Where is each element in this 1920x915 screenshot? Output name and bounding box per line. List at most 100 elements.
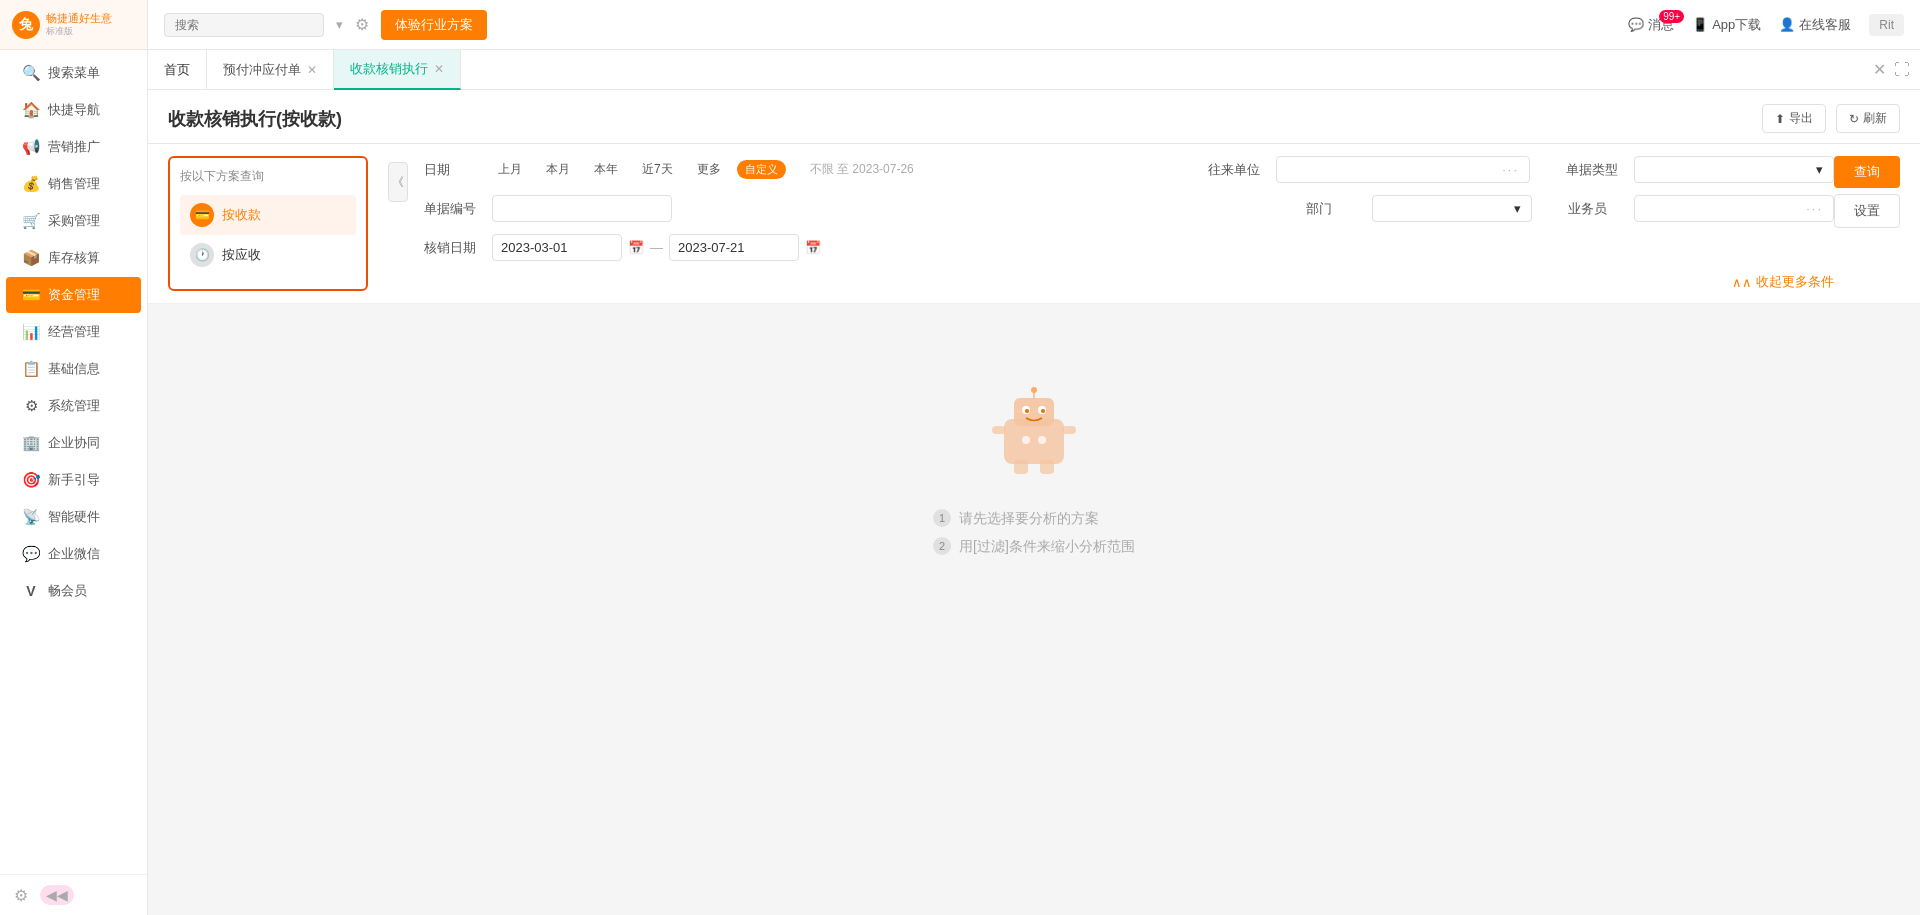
chevron-down-doc-icon: ▾ bbox=[1816, 162, 1823, 177]
sidebar-item-label: 资金管理 bbox=[48, 286, 100, 304]
tab-home[interactable]: 首页 bbox=[148, 50, 207, 90]
sidebar-item-label: 系统管理 bbox=[48, 397, 100, 415]
filter-options-panel: 按以下方案查询 💳 按收款 🕐 按应收 bbox=[168, 156, 368, 291]
filter-settings-button[interactable]: 设置 bbox=[1834, 194, 1900, 228]
page-header: 收款核销执行(按收款) ⬆ 导出 ↻ 刷新 bbox=[148, 90, 1920, 144]
writeoff-date-group: 📅 — 📅 bbox=[492, 234, 821, 261]
last-7days-btn[interactable]: 近7天 bbox=[634, 158, 681, 181]
page-content: 收款核销执行(按收款) ⬆ 导出 ↻ 刷新 按以下方案查询 💳 按收款 bbox=[148, 90, 1920, 915]
user-profile-button[interactable]: Rit bbox=[1869, 14, 1904, 36]
doc-no-input[interactable] bbox=[492, 195, 672, 222]
operation-icon: 📊 bbox=[22, 323, 40, 341]
filter-collapse-button[interactable]: 《 bbox=[388, 162, 408, 202]
search-menu-icon: 🔍 bbox=[22, 64, 40, 82]
settings-icon[interactable]: ⚙ bbox=[14, 886, 28, 905]
app-icon: 📱 bbox=[1692, 17, 1708, 32]
last-month-btn[interactable]: 上月 bbox=[490, 158, 530, 181]
topbar-right: 💬 消息 99+ 📱 App下载 👤 在线客服 Rit bbox=[1628, 14, 1904, 36]
sidebar-item-inventory[interactable]: 📦 库存核算 bbox=[6, 240, 141, 276]
this-year-btn[interactable]: 本年 bbox=[586, 158, 626, 181]
sidebar-item-operation[interactable]: 📊 经营管理 bbox=[6, 314, 141, 350]
online-service-button[interactable]: 👤 在线客服 bbox=[1779, 16, 1851, 34]
export-button[interactable]: ⬆ 导出 bbox=[1762, 104, 1826, 133]
message-icon: 💬 bbox=[1628, 17, 1644, 32]
app-label: App下载 bbox=[1712, 16, 1761, 34]
search-input[interactable] bbox=[164, 13, 324, 37]
home-icon: 🏠 bbox=[22, 101, 40, 119]
filter-row-2: 单据编号 部门 ▾ 业务员 ··· bbox=[424, 195, 1834, 222]
chevron-down-icon[interactable]: ▾ bbox=[336, 17, 343, 32]
filter-by-receivable[interactable]: 🕐 按应收 bbox=[180, 235, 356, 275]
staff-dots[interactable]: ··· bbox=[1806, 201, 1823, 216]
date-separator: — bbox=[650, 240, 663, 255]
svg-rect-9 bbox=[1062, 426, 1076, 434]
tab-expand-icon[interactable]: ⛶ bbox=[1894, 61, 1910, 79]
svg-point-5 bbox=[1041, 409, 1045, 413]
sidebar-item-member[interactable]: V 畅会员 bbox=[6, 573, 141, 609]
message-button[interactable]: 💬 消息 99+ bbox=[1628, 16, 1674, 34]
sidebar-item-smart-hw[interactable]: 📡 智能硬件 bbox=[6, 499, 141, 535]
empty-hints: 1 请先选择要分析的方案 2 用[过滤]条件来缩小分析范围 bbox=[933, 504, 1135, 560]
hint-text-2: 用[过滤]条件来缩小分析范围 bbox=[959, 532, 1135, 560]
sidebar-item-finance[interactable]: 💳 资金管理 bbox=[6, 277, 141, 313]
counterparty-dots[interactable]: ··· bbox=[1502, 162, 1519, 177]
staff-input[interactable]: ··· bbox=[1634, 195, 1834, 222]
by-receipt-label: 按收款 bbox=[222, 206, 261, 224]
by-receivable-label: 按应收 bbox=[222, 246, 261, 264]
filter-row-3: 核销日期 📅 — 📅 bbox=[424, 234, 1834, 261]
calendar-start-icon[interactable]: 📅 bbox=[628, 240, 644, 255]
tab-prepay-close-icon[interactable]: ✕ bbox=[307, 50, 317, 90]
sidebar-item-marketing[interactable]: 📢 营销推广 bbox=[6, 129, 141, 165]
sidebar-item-sales[interactable]: 💰 销售管理 bbox=[6, 166, 141, 202]
chevron-down-dept-icon: ▾ bbox=[1514, 201, 1521, 216]
tab-prepay[interactable]: 预付冲应付单 ✕ bbox=[207, 50, 334, 90]
collapse-sidebar-icon[interactable]: ◀◀ bbox=[40, 885, 74, 905]
main-area: ▾ ⚙ 体验行业方案 💬 消息 99+ 📱 App下载 👤 在线客服 Rit 首… bbox=[148, 0, 1920, 915]
collapse-more-button[interactable]: ∧∧ 收起更多条件 bbox=[1732, 273, 1834, 291]
industry-solution-button[interactable]: 体验行业方案 bbox=[381, 10, 487, 40]
sidebar-item-basic-info[interactable]: 📋 基础信息 bbox=[6, 351, 141, 387]
tab-close-all-icon[interactable]: ✕ bbox=[1873, 60, 1886, 79]
sidebar-item-label: 快捷导航 bbox=[48, 101, 100, 119]
sales-icon: 💰 bbox=[22, 175, 40, 193]
dept-select[interactable]: ▾ bbox=[1372, 195, 1532, 222]
filter-by-receipt[interactable]: 💳 按收款 bbox=[180, 195, 356, 235]
svg-rect-1 bbox=[1014, 398, 1054, 426]
custom-date-badge[interactable]: 自定义 bbox=[737, 160, 786, 179]
topbar-gear-icon[interactable]: ⚙ bbox=[355, 15, 369, 34]
counterparty-input[interactable]: ··· bbox=[1276, 156, 1530, 183]
more-dates-btn[interactable]: 更多 bbox=[689, 158, 729, 181]
sidebar-item-system[interactable]: ⚙ 系统管理 bbox=[6, 388, 141, 424]
date-filter-label: 日期 bbox=[424, 161, 474, 179]
calendar-end-icon[interactable]: 📅 bbox=[805, 240, 821, 255]
tab-receipt-writeoff-close-icon[interactable]: ✕ bbox=[434, 49, 444, 89]
sidebar-item-enterprise[interactable]: 🏢 企业协同 bbox=[6, 425, 141, 461]
service-label: 在线客服 bbox=[1799, 16, 1851, 34]
sidebar-item-search[interactable]: 🔍 搜索菜单 bbox=[6, 55, 141, 91]
app-download-button[interactable]: 📱 App下载 bbox=[1692, 16, 1761, 34]
sidebar-item-label: 基础信息 bbox=[48, 360, 100, 378]
sidebar-item-guide[interactable]: 🎯 新手引导 bbox=[6, 462, 141, 498]
refresh-button[interactable]: ↻ 刷新 bbox=[1836, 104, 1900, 133]
page-header-actions: ⬆ 导出 ↻ 刷新 bbox=[1762, 104, 1900, 133]
finance-icon: 💳 bbox=[22, 286, 40, 304]
writeoff-start-input[interactable] bbox=[492, 234, 622, 261]
sidebar-item-label: 销售管理 bbox=[48, 175, 100, 193]
this-month-btn[interactable]: 本月 bbox=[538, 158, 578, 181]
filter-section: 按以下方案查询 💳 按收款 🕐 按应收 《 bbox=[148, 144, 1920, 303]
sidebar-item-quick-nav[interactable]: 🏠 快捷导航 bbox=[6, 92, 141, 128]
sidebar-item-wechat[interactable]: 💬 企业微信 bbox=[6, 536, 141, 572]
marketing-icon: 📢 bbox=[22, 138, 40, 156]
sidebar-item-purchase[interactable]: 🛒 采购管理 bbox=[6, 203, 141, 239]
writeoff-end-input[interactable] bbox=[669, 234, 799, 261]
tab-receipt-writeoff[interactable]: 收款核销执行 ✕ bbox=[334, 50, 461, 90]
tab-home-label: 首页 bbox=[164, 50, 190, 90]
doc-type-select[interactable]: ▾ bbox=[1634, 156, 1834, 183]
query-button[interactable]: 查询 bbox=[1834, 156, 1900, 188]
hint-text-1: 请先选择要分析的方案 bbox=[959, 504, 1099, 532]
svg-point-7 bbox=[1031, 387, 1037, 393]
sidebar-item-label: 企业协同 bbox=[48, 434, 100, 452]
sidebar-item-label: 库存核算 bbox=[48, 249, 100, 267]
tab-bar-actions: ✕ ⛶ bbox=[1873, 60, 1920, 79]
sidebar-item-label: 畅会员 bbox=[48, 582, 87, 600]
